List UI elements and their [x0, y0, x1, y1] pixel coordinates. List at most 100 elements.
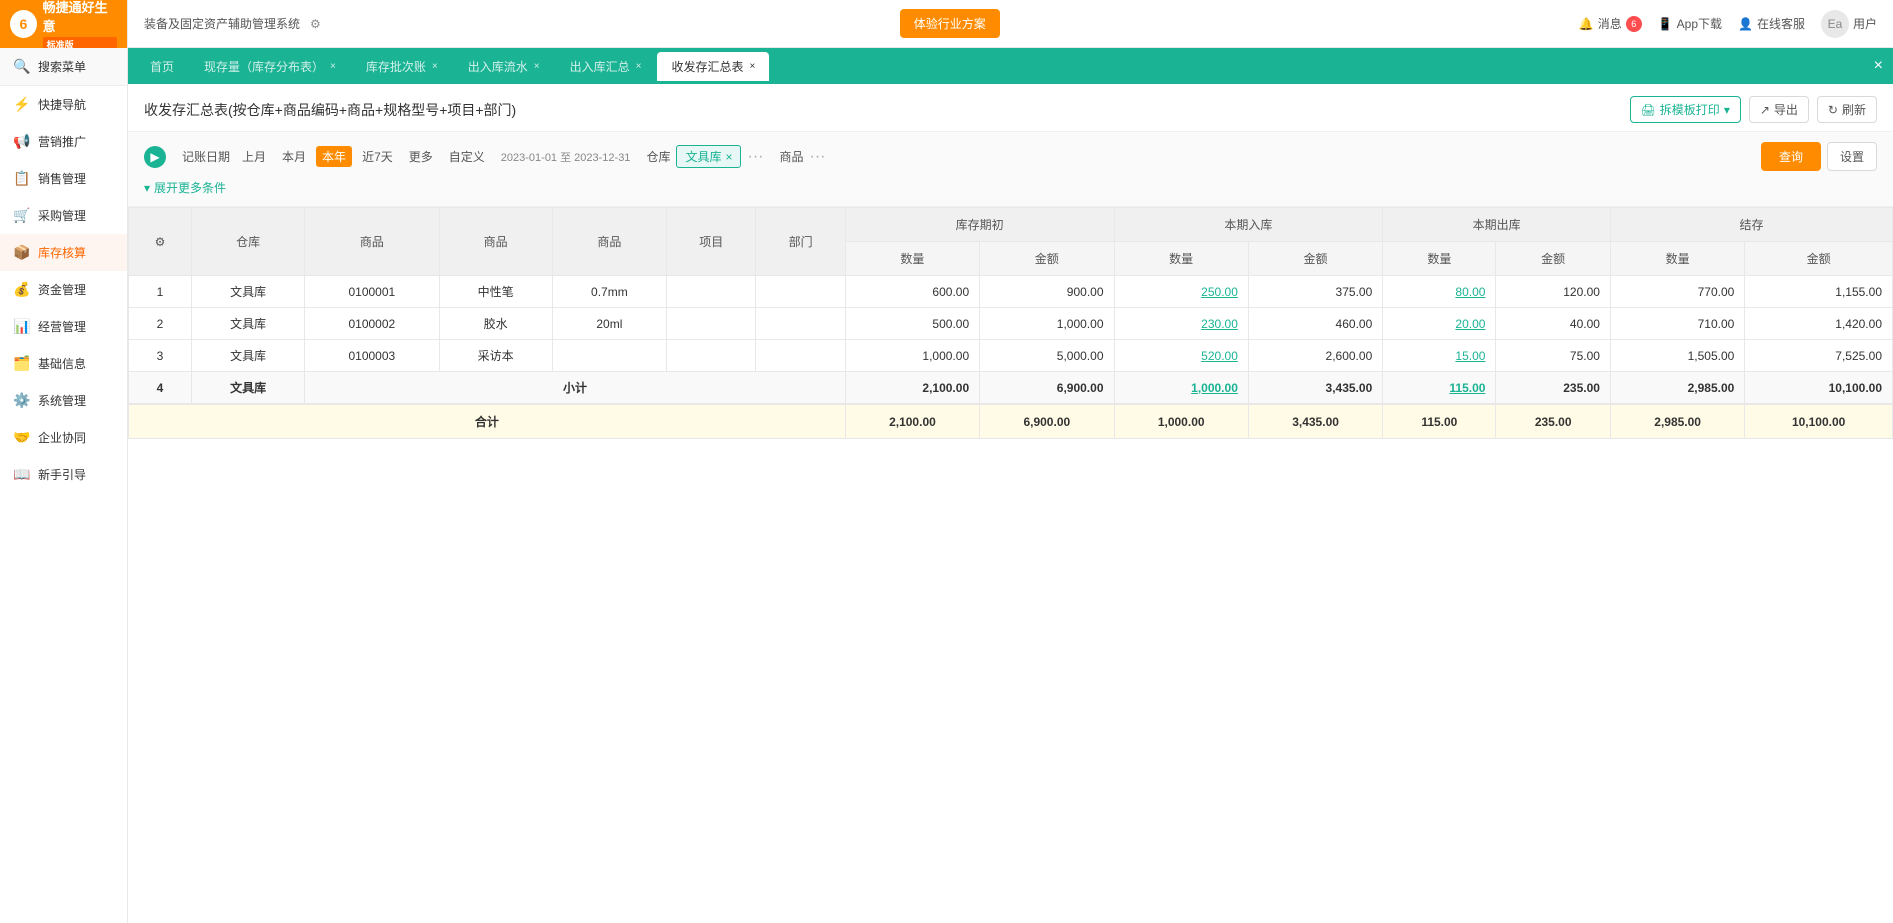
tab-stock-summary[interactable]: 收发存汇总表 ×	[657, 52, 769, 81]
tab-batch-close[interactable]: ×	[432, 61, 438, 72]
sidebar-item-collaboration[interactable]: 🤝 企业协同	[0, 419, 127, 456]
cell-code-2: 0100002	[305, 308, 439, 340]
data-table: ⚙ 仓库 商品 商品 商品 项目 部门 库存期初 本期入库 本期出库 结存 数量	[128, 207, 1893, 439]
tab-batch[interactable]: 库存批次账 ×	[352, 52, 452, 81]
cell-in-amt-3: 2,600.00	[1248, 340, 1382, 372]
cell-dept-3	[756, 340, 845, 372]
sidebar-item-basicinfo[interactable]: 🗂️ 基础信息	[0, 345, 127, 382]
tab-inout-summary-close[interactable]: ×	[636, 61, 642, 72]
cell-in-qty-2[interactable]: 230.00	[1114, 308, 1248, 340]
cell-bal-amt-2: 1,420.00	[1745, 308, 1893, 340]
cell-goods-1: 中性笔	[439, 276, 552, 308]
tab-home[interactable]: 首页	[136, 52, 188, 81]
date-btn-custom[interactable]: 自定义	[443, 146, 491, 167]
th-balance: 结存	[1610, 208, 1892, 242]
setting-btn[interactable]: 设置	[1827, 142, 1877, 171]
date-btn-7days[interactable]: 近7天	[356, 146, 399, 167]
notifications-label: 消息	[1598, 15, 1622, 32]
cell-in-qty-3[interactable]: 520.00	[1114, 340, 1248, 372]
app-download-btn[interactable]: 📱 App下载	[1658, 15, 1722, 32]
bell-icon: 🔔	[1579, 17, 1594, 31]
sidebar-item-search[interactable]: 🔍 搜索菜单	[0, 48, 127, 86]
cell-spec-1: 0.7mm	[552, 276, 666, 308]
export-btn[interactable]: ↗ 导出	[1749, 96, 1809, 123]
refresh-btn[interactable]: ↻ 刷新	[1817, 96, 1877, 123]
tabbar-close-icon[interactable]: ×	[1874, 57, 1883, 75]
filter-row: ▶ 记账日期 上月 本月 本年 近7天 更多 自定义 2023-01-01 至 …	[144, 142, 1877, 171]
warehouse-tag[interactable]: 文具库 ×	[676, 145, 741, 168]
sidebar-item-marketing[interactable]: 📢 营销推广	[0, 123, 127, 160]
cell-out-qty-2[interactable]: 20.00	[1383, 308, 1496, 340]
tab-inout-flow[interactable]: 出入库流水 ×	[454, 52, 554, 81]
sidebar-item-quicknav[interactable]: ⚡ 快捷导航	[0, 86, 127, 123]
sidebar-basicinfo-label: 基础信息	[38, 355, 86, 372]
logo-name: 畅捷通好生意	[43, 0, 117, 35]
warehouse-ellipsis[interactable]: ···	[747, 148, 763, 166]
date-range: 2023-01-01 至 2023-12-31	[501, 149, 631, 165]
query-btn[interactable]: 查询	[1761, 142, 1821, 171]
th-out-amt: 金额	[1496, 242, 1611, 276]
expand-btn[interactable]: ▾ 展开更多条件	[144, 179, 1877, 196]
sidebar-item-inventory[interactable]: 📦 库存核算	[0, 234, 127, 271]
cell-subtotal-in-qty[interactable]: 1,000.00	[1114, 372, 1248, 405]
date-btn-more[interactable]: 更多	[403, 146, 439, 167]
user-btn[interactable]: Ea 用户	[1821, 10, 1877, 38]
tab-inout-summary[interactable]: 出入库汇总 ×	[556, 52, 656, 81]
trial-btn[interactable]: 体验行业方案	[900, 9, 1000, 38]
sidebar-item-guide[interactable]: 📖 新手引导	[0, 456, 127, 493]
th-period-init: 库存期初	[845, 208, 1114, 242]
online-service-btn[interactable]: 👤 在线客服	[1738, 15, 1805, 32]
sidebar-item-system[interactable]: ⚙️ 系统管理	[0, 382, 127, 419]
sidebar-guide-label: 新手引导	[38, 466, 86, 483]
th-code: 商品	[305, 208, 439, 276]
cell-subtotal-init-amt: 6,900.00	[980, 372, 1114, 405]
sidebar-purchase-label: 采购管理	[38, 207, 86, 224]
table-footer: 合计 2,100.00 6,900.00 1,000.00 3,435.00 1…	[129, 404, 1893, 439]
cell-warehouse-3: 文具库	[192, 340, 305, 372]
user-label: 用户	[1853, 15, 1877, 32]
settings-icon[interactable]: ⚙	[310, 17, 321, 31]
cell-in-qty-1[interactable]: 250.00	[1114, 276, 1248, 308]
sidebar-collaboration-label: 企业协同	[38, 429, 86, 446]
goods-ellipsis[interactable]: ···	[809, 148, 825, 166]
notifications-btn[interactable]: 🔔 消息 6	[1579, 15, 1642, 32]
warehouse-label: 仓库	[646, 148, 670, 165]
sidebar-item-sales[interactable]: 📋 销售管理	[0, 160, 127, 197]
sidebar-logo: 6 畅捷通好生意 标准版	[0, 0, 127, 48]
th-settings[interactable]: ⚙	[129, 208, 192, 276]
print-btn[interactable]: 🖨 拆模板打印 ▾	[1630, 96, 1741, 123]
cell-subtotal-out-qty[interactable]: 115.00	[1383, 372, 1496, 405]
th-goods: 商品	[439, 208, 552, 276]
date-btn-this-month[interactable]: 本月	[276, 146, 312, 167]
th-spec: 商品	[552, 208, 666, 276]
tab-inventory-dist-close[interactable]: ×	[330, 61, 336, 72]
sidebar-item-finance[interactable]: 💰 资金管理	[0, 271, 127, 308]
warehouse-remove-btn[interactable]: ×	[725, 150, 732, 164]
filter-collapse-btn[interactable]: ▶	[144, 146, 166, 168]
goods-filter: 商品 ···	[779, 148, 825, 166]
tab-stock-summary-close[interactable]: ×	[749, 61, 755, 72]
cell-init-amt-1: 900.00	[980, 276, 1114, 308]
cell-goods-3: 采访本	[439, 340, 552, 372]
cell-goods-2: 胶水	[439, 308, 552, 340]
sidebar-system-label: 系统管理	[38, 392, 86, 409]
settings-icon: ⚙	[155, 235, 166, 249]
cell-project-1	[667, 276, 756, 308]
cell-out-qty-3[interactable]: 15.00	[1383, 340, 1496, 372]
sidebar-quicknav-label: 快捷导航	[38, 96, 86, 113]
tab-inout-flow-close[interactable]: ×	[534, 61, 540, 72]
date-btn-last-month[interactable]: 上月	[236, 146, 272, 167]
tab-inventory-dist[interactable]: 现存量（库存分布表） ×	[190, 52, 350, 81]
cell-out-qty-1[interactable]: 80.00	[1383, 276, 1496, 308]
gear-icon: ⚙️	[14, 393, 30, 409]
cell-out-amt-1: 120.00	[1496, 276, 1611, 308]
sidebar-item-purchase[interactable]: 🛒 采购管理	[0, 197, 127, 234]
sales-icon: 📋	[14, 171, 30, 187]
sidebar-item-management[interactable]: 📊 经营管理	[0, 308, 127, 345]
cell-subtotal-init-qty: 2,100.00	[845, 372, 979, 405]
date-btn-this-year[interactable]: 本年	[316, 146, 352, 167]
page-title: 收发存汇总表(按仓库+商品编码+商品+规格型号+项目+部门)	[144, 100, 516, 120]
total-bal-qty: 2,985.00	[1610, 404, 1744, 439]
th-bal-qty: 数量	[1610, 242, 1744, 276]
total-in-qty: 1,000.00	[1114, 404, 1248, 439]
